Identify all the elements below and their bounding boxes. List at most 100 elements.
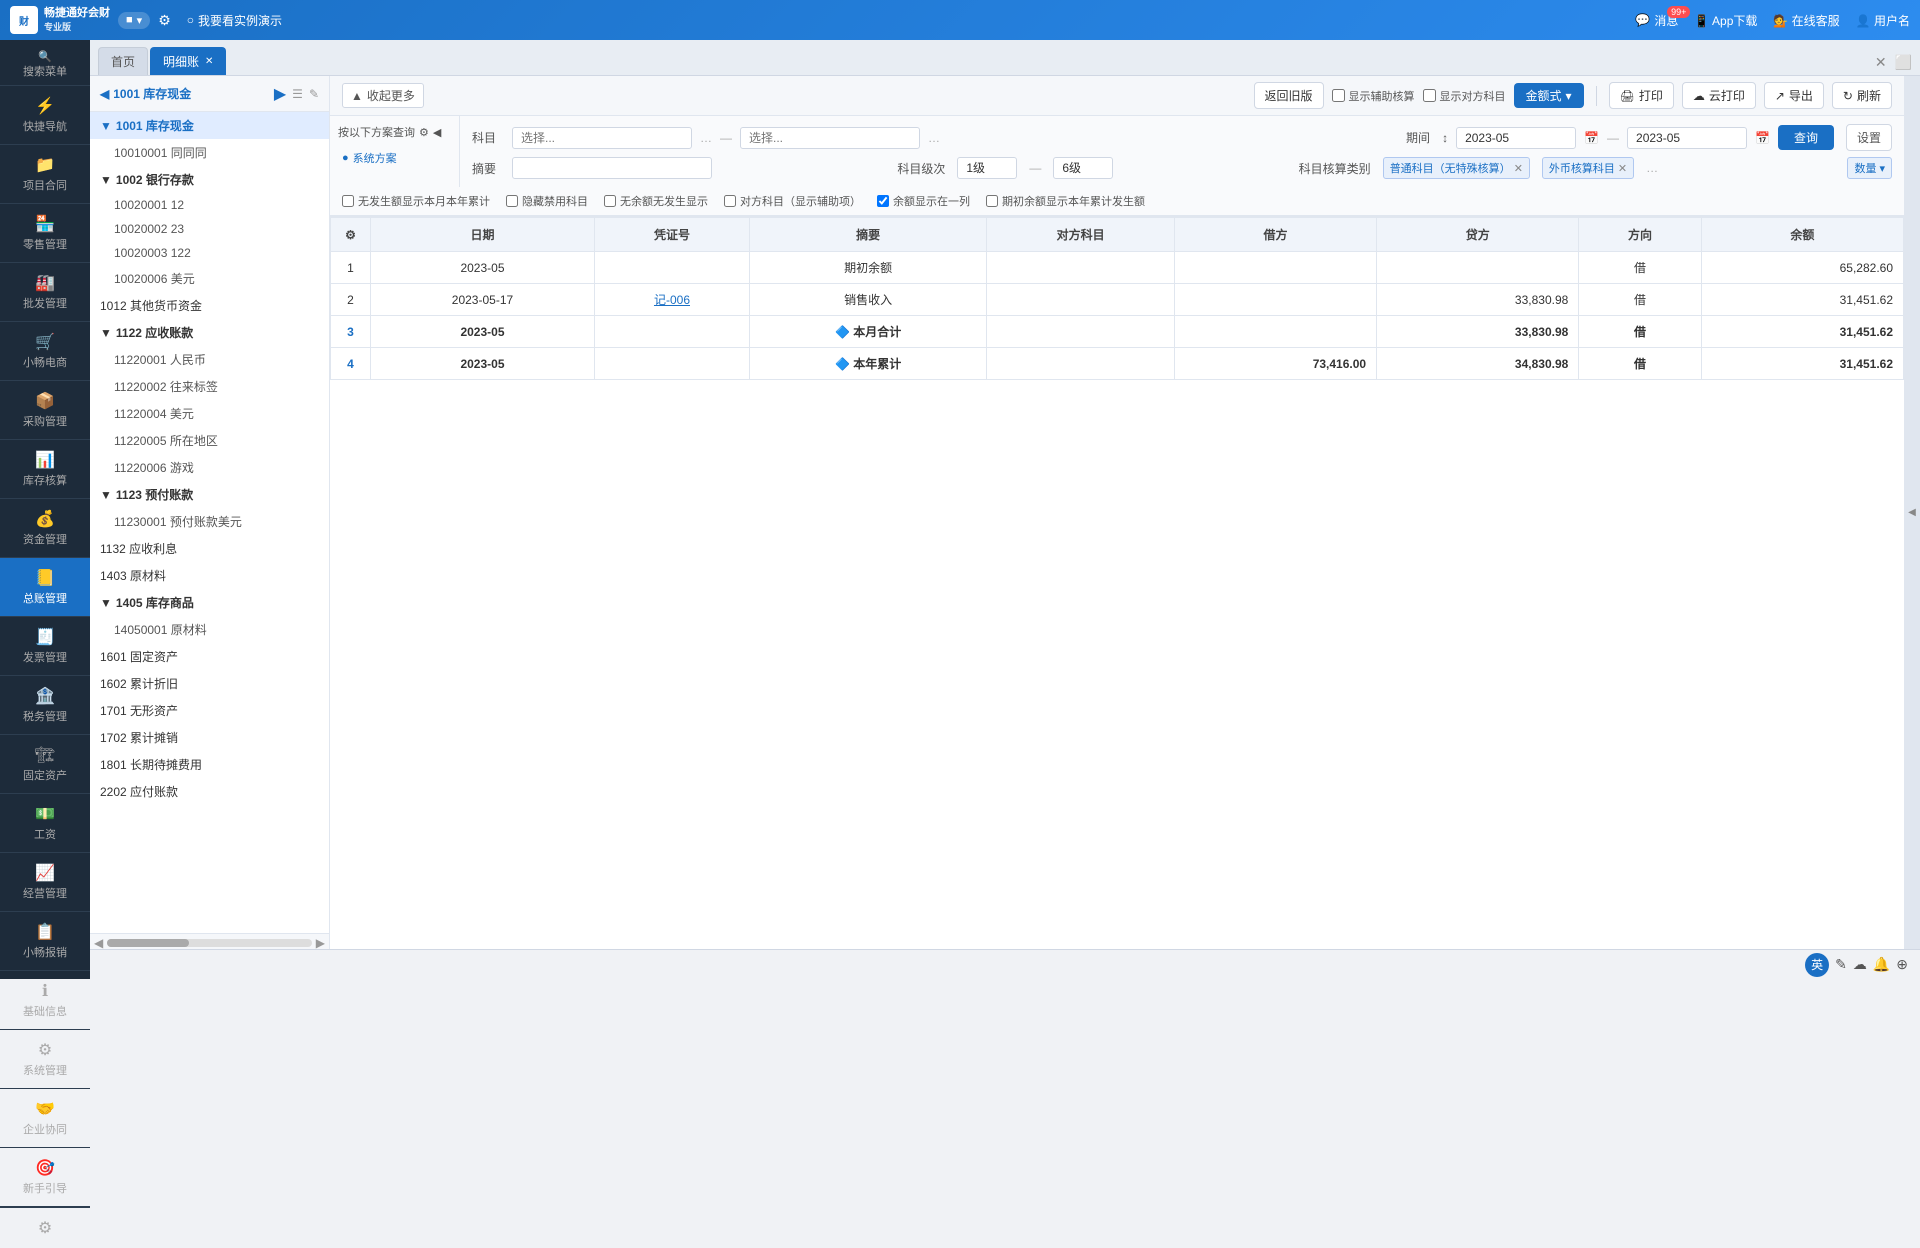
right-collapse-btn[interactable]: ◀ (1904, 76, 1920, 949)
summary-input[interactable] (512, 157, 712, 179)
sidebar-settings-btn[interactable]: ⚙ (0, 1207, 90, 1248)
account-node-1801[interactable]: 1801 长期待摊费用 (90, 751, 329, 778)
row-voucher[interactable]: 记-006 (594, 284, 749, 316)
sidebar-item-operations[interactable]: 📈 经营管理 (0, 853, 90, 912)
message-btn[interactable]: 💬 消息 99+ (1635, 12, 1678, 29)
app-download-btn[interactable]: 📱 App下载 (1694, 12, 1757, 29)
sidebar-item-project[interactable]: 📁 项目合同 (0, 145, 90, 204)
show-contra-checkbox[interactable] (1423, 89, 1436, 102)
period-dropdown[interactable]: ↕ (1442, 131, 1448, 145)
subject-more-icon[interactable]: … (700, 131, 712, 145)
scroll-left-icon[interactable]: ◀ (94, 936, 103, 949)
sidebar-item-salary[interactable]: 💵 工资 (0, 794, 90, 853)
sidebar-item-system[interactable]: ⚙ 系统管理 (0, 1030, 90, 1089)
format-btn[interactable]: 金额式 ▾ (1514, 83, 1584, 108)
account-node-1123[interactable]: ▼ 1123 预付账款 (90, 481, 329, 508)
cb-no-balance-hide-input[interactable] (604, 195, 616, 207)
refresh-btn[interactable]: ↻ 刷新 (1832, 82, 1892, 109)
sidebar-item-invoice[interactable]: 🧾 发票管理 (0, 617, 90, 676)
account-node-11220005[interactable]: 11220005 所在地区 (90, 427, 329, 454)
sidebar-item-purchase[interactable]: 📦 采购管理 (0, 381, 90, 440)
subject-end-input[interactable] (740, 127, 920, 149)
cb-no-balance-input[interactable] (342, 195, 354, 207)
sidebar-search[interactable]: 🔍 搜索菜单 (0, 44, 90, 86)
subject-type-more-icon[interactable]: … (1646, 161, 1658, 175)
account-node-1122[interactable]: ▼ 1122 应收账款 (90, 319, 329, 346)
th-settings[interactable]: ⚙ (331, 218, 371, 252)
account-node-10010001[interactable]: 10010001 同同同 (90, 139, 329, 166)
account-node-10020002[interactable]: 10020002 23 (90, 217, 329, 241)
account-node-11230001[interactable]: 11230001 预付账款美元 (90, 508, 329, 535)
tab-close-all-icon[interactable]: ✕ (1875, 54, 1887, 71)
edit-icon[interactable]: ✎ (1835, 956, 1847, 973)
demo-link[interactable]: ○ 我要看实例演示 (187, 12, 282, 29)
cb-contra-show[interactable]: 对方科目（显示辅助项） (724, 193, 861, 209)
tab-close-icon[interactable]: ✕ (205, 56, 213, 67)
level-end-select[interactable]: 6级 4级 5级 (1053, 157, 1113, 179)
account-node-11220001[interactable]: 11220001 人民币 (90, 346, 329, 373)
show-aux-checkbox-container[interactable]: 显示辅助核算 (1332, 88, 1415, 104)
account-node-11220006[interactable]: 11220006 游戏 (90, 454, 329, 481)
sidebar-item-ledger[interactable]: 📒 总账管理 (0, 558, 90, 617)
sidebar-item-wholesale[interactable]: 🏭 批发管理 (0, 263, 90, 322)
sidebar-item-coop[interactable]: 🤝 企业协同 (0, 1089, 90, 1148)
scroll-right-icon[interactable]: ▶ (316, 936, 325, 949)
account-node-10020006[interactable]: 10020006 美元 (90, 265, 329, 292)
demo-text[interactable]: 我要看实例演示 (198, 12, 282, 29)
scheme-item[interactable]: ● 系统方案 (338, 146, 451, 170)
tab-detail[interactable]: 明细账 ✕ (150, 47, 226, 75)
sidebar-item-report[interactable]: 📋 小畅报销 (0, 912, 90, 971)
show-contra-checkbox-container[interactable]: 显示对方科目 (1423, 88, 1506, 104)
cb-balance-col-input[interactable] (877, 195, 889, 207)
expand-more-btn[interactable]: ▲ 收起更多 (342, 83, 424, 108)
account-node-1701[interactable]: 1701 无形资产 (90, 697, 329, 724)
nav-right-icon[interactable]: ▶ (274, 84, 286, 104)
cb-hide-disabled[interactable]: 隐藏禁用科目 (506, 193, 588, 209)
tab-home[interactable]: 首页 (98, 47, 148, 75)
account-node-14050001[interactable]: 14050001 原材料 (90, 616, 329, 643)
collapse-filter-icon[interactable]: ◀ (433, 126, 441, 139)
account-node-1601[interactable]: 1601 固定资产 (90, 643, 329, 670)
table-container[interactable]: ⚙ 日期 凭证号 摘要 对方科目 借方 贷方 方向 余额 (330, 217, 1904, 949)
export-btn[interactable]: ↗ 导出 (1764, 82, 1824, 109)
tag-quantity-dropdown[interactable]: ▾ (1879, 162, 1885, 175)
sidebar-item-quick-nav[interactable]: ⚡ 快捷导航 (0, 86, 90, 145)
sidebar-item-fund[interactable]: 💰 资金管理 (0, 499, 90, 558)
tab-maximize-icon[interactable]: ⬜ (1895, 54, 1912, 71)
dropdown-arrow[interactable]: ▾ (137, 14, 143, 27)
cloud-print-btn[interactable]: ☁ 云打印 (1682, 82, 1756, 109)
cb-hide-disabled-input[interactable] (506, 195, 518, 207)
tag-normal-remove[interactable]: ✕ (1514, 162, 1523, 175)
period-end-input[interactable] (1627, 127, 1747, 149)
tree-list-icon[interactable]: ☰ (292, 87, 303, 101)
account-node-1405[interactable]: ▼ 1405 库存商品 (90, 589, 329, 616)
account-node-1702[interactable]: 1702 累计摊销 (90, 724, 329, 751)
more-icon[interactable]: ⊕ (1896, 956, 1908, 973)
account-node-2202[interactable]: 2202 应付账款 (90, 778, 329, 805)
online-service-btn[interactable]: 💁 在线客服 (1773, 12, 1839, 29)
cb-opening-balance-input[interactable] (986, 195, 998, 207)
sidebar-item-tax[interactable]: 🏦 税务管理 (0, 676, 90, 735)
account-tree-body[interactable]: ▼ 1001 库存现金 10010001 同同同 ▼ 1002 银行存款 100… (90, 112, 329, 933)
query-btn[interactable]: 查询 (1778, 125, 1834, 150)
level-start-select[interactable]: 1级 2级 3级 (957, 157, 1017, 179)
cloud-icon[interactable]: ☁ (1853, 956, 1867, 973)
sidebar-item-ecommerce[interactable]: 🛒 小畅电商 (0, 322, 90, 381)
subject-input[interactable] (512, 127, 692, 149)
account-node-11220004[interactable]: 11220004 美元 (90, 400, 329, 427)
notification-icon[interactable]: 🔔 (1873, 956, 1890, 973)
sidebar-item-guide[interactable]: 🎯 新手引导 (0, 1148, 90, 1207)
account-node-10020003[interactable]: 10020003 122 (90, 241, 329, 265)
calendar-end-icon[interactable]: 📅 (1755, 131, 1770, 145)
tag-foreign-remove[interactable]: ✕ (1618, 162, 1627, 175)
account-node-1001[interactable]: ▼ 1001 库存现金 (90, 112, 329, 139)
account-node-1012[interactable]: 1012 其他货币资金 (90, 292, 329, 319)
sidebar-item-basic[interactable]: ℹ 基础信息 (0, 971, 90, 1030)
calendar-start-icon[interactable]: 📅 (1584, 131, 1599, 145)
return-old-btn[interactable]: 返回旧版 (1254, 82, 1324, 109)
account-node-1002[interactable]: ▼ 1002 银行存款 (90, 166, 329, 193)
settings-icon[interactable]: ⚙ (419, 126, 429, 139)
setting-btn[interactable]: 设置 (1846, 124, 1892, 151)
account-node-1403[interactable]: 1403 原材料 (90, 562, 329, 589)
cb-no-balance[interactable]: 无发生额显示本月本年累计 (342, 193, 490, 209)
